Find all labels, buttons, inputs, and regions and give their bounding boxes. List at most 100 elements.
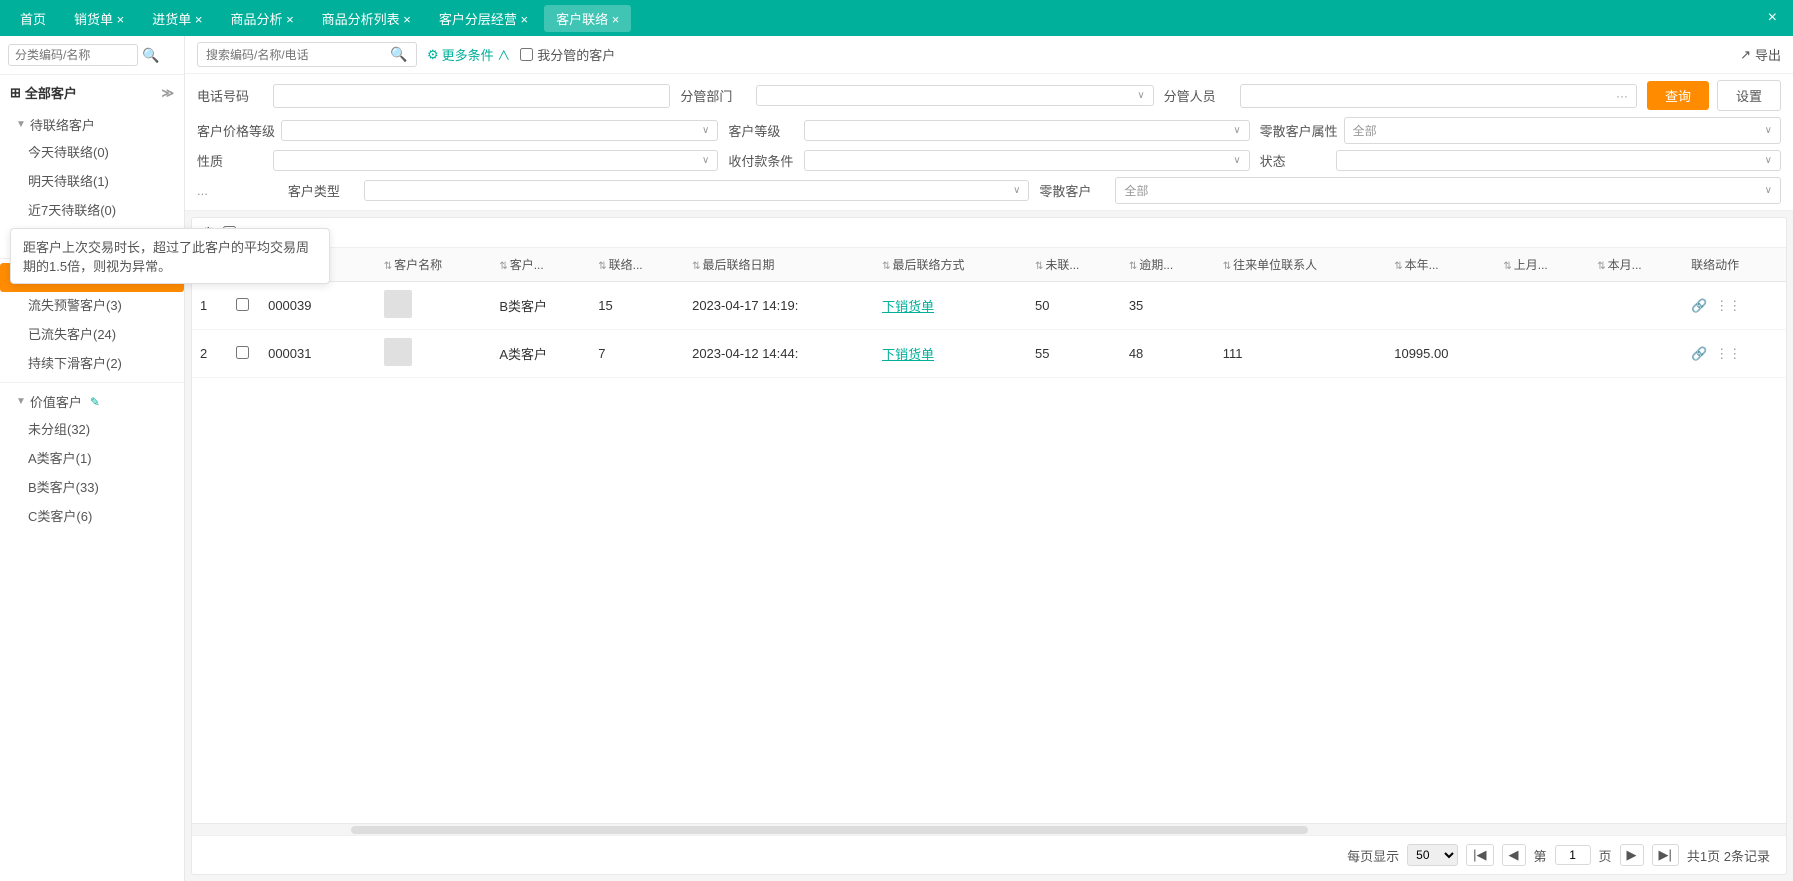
horizontal-scrollbar-area[interactable]: [192, 823, 1786, 835]
first-page-button[interactable]: |◀: [1466, 844, 1493, 866]
query-button[interactable]: 查询: [1647, 81, 1709, 110]
nav-item-sales[interactable]: 销货单 ×: [62, 5, 136, 32]
cell-last-contact-method[interactable]: 下销货单: [874, 282, 1027, 330]
action-link-icon[interactable]: 🔗: [1691, 298, 1707, 314]
nav-item-purchase[interactable]: 进货单 ×: [140, 5, 214, 32]
nav-item-customer-contact[interactable]: 客户联络 ×: [544, 5, 631, 32]
filter-select-retail-customer[interactable]: 全部 ∨: [1115, 177, 1781, 204]
sidebar-arrow-icon: ▼: [16, 119, 26, 130]
filter-label-payment: 收付款条件: [728, 151, 798, 170]
nav-item-product-analysis-list[interactable]: 商品分析列表 ×: [310, 5, 423, 32]
filter-search-icon[interactable]: 🔍: [390, 46, 407, 63]
filter-select-payment[interactable]: ∨: [804, 150, 1249, 171]
col-header-contacts[interactable]: 往来单位联系人: [1215, 248, 1387, 282]
col-header-type[interactable]: 客户...: [491, 248, 590, 282]
sidebar-item-churn-warning[interactable]: 流失预警客户(3): [0, 292, 184, 321]
sidebar-item-tomorrow-contact[interactable]: 明天待联络(1): [0, 168, 184, 197]
filter-select-customer-level[interactable]: ∨: [804, 120, 1249, 141]
filter-label-status: 状态: [1260, 151, 1330, 170]
my-customer-checkbox[interactable]: [520, 48, 533, 61]
table-row: 2 000031 A类客户 7 2023-04-12 14:44: 下销货单 5…: [192, 330, 1786, 378]
filter-field-retail-customer: 零散客户 全部 ∨: [1039, 177, 1781, 204]
filter-select-customer-type[interactable]: ∨: [364, 180, 1030, 201]
sidebar-item-class-a[interactable]: A类客户(1): [0, 445, 184, 474]
col-header-contact-count[interactable]: 联络...: [590, 248, 684, 282]
filter-field-phone: 电话号码: [197, 84, 670, 108]
sidebar-search-icon[interactable]: 🔍: [142, 47, 159, 64]
filter-select-gender[interactable]: ∨: [273, 150, 718, 171]
filter-select-price-level[interactable]: ∨: [281, 120, 718, 141]
filter-select-status[interactable]: ∨: [1336, 150, 1781, 171]
main-layout: 🔍 ⊞ 全部客户 ≫ ▼ 待联络客户 今天待联络(0) 明天待联络(1) 近7天…: [0, 36, 1793, 881]
filter-dots-expander[interactable]: ...: [197, 183, 208, 198]
cell-code: 000031: [260, 330, 376, 378]
cell-type: B类客户: [491, 282, 590, 330]
window-close-button[interactable]: ×: [1760, 9, 1785, 27]
filter-row-2: 客户价格等级 ∨ 客户等级 ∨ 零散客户属性 全部 ∨: [197, 117, 1781, 144]
settings-button[interactable]: 设置: [1717, 80, 1781, 111]
sidebar-divider-2: [0, 382, 184, 383]
cell-action[interactable]: 🔗 ⋮⋮: [1683, 282, 1786, 330]
table-scroll-wrapper[interactable]: 客户编码 客户名称 客户... 联络... 最后联络日期 最后联络方式 未联..…: [192, 248, 1786, 823]
col-header-this-year[interactable]: 本年...: [1386, 248, 1495, 282]
col-header-name[interactable]: 客户名称: [376, 248, 492, 282]
filter-field-status: 状态 ∨: [1260, 150, 1781, 171]
action-more-icon[interactable]: ⋮⋮: [1715, 346, 1741, 362]
per-page-select[interactable]: 50 20 100: [1407, 844, 1458, 866]
sidebar-item-class-b[interactable]: B类客户(33): [0, 474, 184, 503]
sidebar-group-value-customer[interactable]: ▼ 价值客户 ✎: [0, 387, 184, 416]
page-number-input[interactable]: [1555, 845, 1591, 865]
sidebar-collapse-button[interactable]: ≫: [161, 86, 174, 100]
filter-label-customer-level: 客户等级: [728, 121, 798, 140]
cell-last-month: [1495, 330, 1589, 378]
sidebar-item-declining[interactable]: 持续下滑客户(2): [0, 350, 184, 379]
sidebar-search-area: 🔍: [0, 36, 184, 75]
cell-last-contact-method[interactable]: 下销货单: [874, 330, 1027, 378]
filter-select-manager[interactable]: ···: [1240, 84, 1637, 108]
sidebar-search-input[interactable]: [8, 44, 138, 66]
filter-select-retail-attr[interactable]: 全部 ∨: [1344, 117, 1781, 144]
action-more-icon[interactable]: ⋮⋮: [1715, 298, 1741, 314]
export-button[interactable]: ↗ 导出: [1740, 45, 1781, 64]
horizontal-scrollbar-track[interactable]: [351, 826, 1307, 834]
cell-name: [376, 282, 492, 330]
cell-type: A类客户: [491, 330, 590, 378]
col-header-last-contact-date[interactable]: 最后联络日期: [684, 248, 874, 282]
cell-action[interactable]: 🔗 ⋮⋮: [1683, 330, 1786, 378]
action-link-icon[interactable]: 🔗: [1691, 346, 1707, 362]
cell-this-month: [1589, 282, 1683, 330]
filter-input-phone[interactable]: [273, 84, 670, 108]
cell-checkbox[interactable]: [228, 330, 260, 378]
sidebar-item-class-c[interactable]: C类客户(6): [0, 503, 184, 532]
col-header-uncontacted[interactable]: 未联...: [1027, 248, 1121, 282]
col-header-last-contact-method[interactable]: 最后联络方式: [874, 248, 1027, 282]
tooltip-box: 距客户上次交易时长，超过了此客户的平均交易周期的1.5倍，则视为异常。: [10, 228, 330, 284]
cell-contacts: [1215, 282, 1387, 330]
sidebar-item-today-contact[interactable]: 今天待联络(0): [0, 139, 184, 168]
filter-select-dept[interactable]: ∨: [756, 85, 1153, 106]
more-conditions-button[interactable]: ⚙ 更多条件 ∧: [427, 45, 510, 64]
nav-item-customer-segment[interactable]: 客户分层经营 ×: [427, 5, 540, 32]
col-header-last-month[interactable]: 上月...: [1495, 248, 1589, 282]
sidebar-item-unclassified[interactable]: 未分组(32): [0, 416, 184, 445]
sidebar-item-7day-contact[interactable]: 近7天待联络(0): [0, 197, 184, 226]
cell-checkbox[interactable]: [228, 282, 260, 330]
nav-item-product-analysis[interactable]: 商品分析 ×: [218, 5, 305, 32]
cell-uncontacted: 50: [1027, 282, 1121, 330]
filter-field-customer-level: 客户等级 ∨: [728, 120, 1249, 141]
nav-item-home[interactable]: 首页: [8, 5, 58, 32]
sidebar-group-pending-contact[interactable]: ▼ 待联络客户: [0, 110, 184, 139]
sidebar-item-churned[interactable]: 已流失客户(24): [0, 321, 184, 350]
cell-last-month: [1495, 282, 1589, 330]
edit-icon[interactable]: ✎: [90, 395, 100, 409]
next-page-button[interactable]: ▶: [1620, 844, 1644, 866]
filter-search-input[interactable]: [206, 48, 386, 62]
filter-bar-top: 🔍 ⚙ 更多条件 ∧ 我分管的客户 ↗ 导出: [185, 36, 1793, 74]
prev-page-button[interactable]: ◀: [1502, 844, 1526, 866]
col-header-overdue[interactable]: 逾期...: [1121, 248, 1215, 282]
col-header-this-month[interactable]: 本月...: [1589, 248, 1683, 282]
last-page-button[interactable]: ▶|: [1652, 844, 1679, 866]
sidebar-all-customers-title: ⊞ 全部客户 ≫: [0, 75, 184, 110]
col-header-action: 联络动作: [1683, 248, 1786, 282]
filter-field-manager: 分管人员 ···: [1164, 84, 1637, 108]
